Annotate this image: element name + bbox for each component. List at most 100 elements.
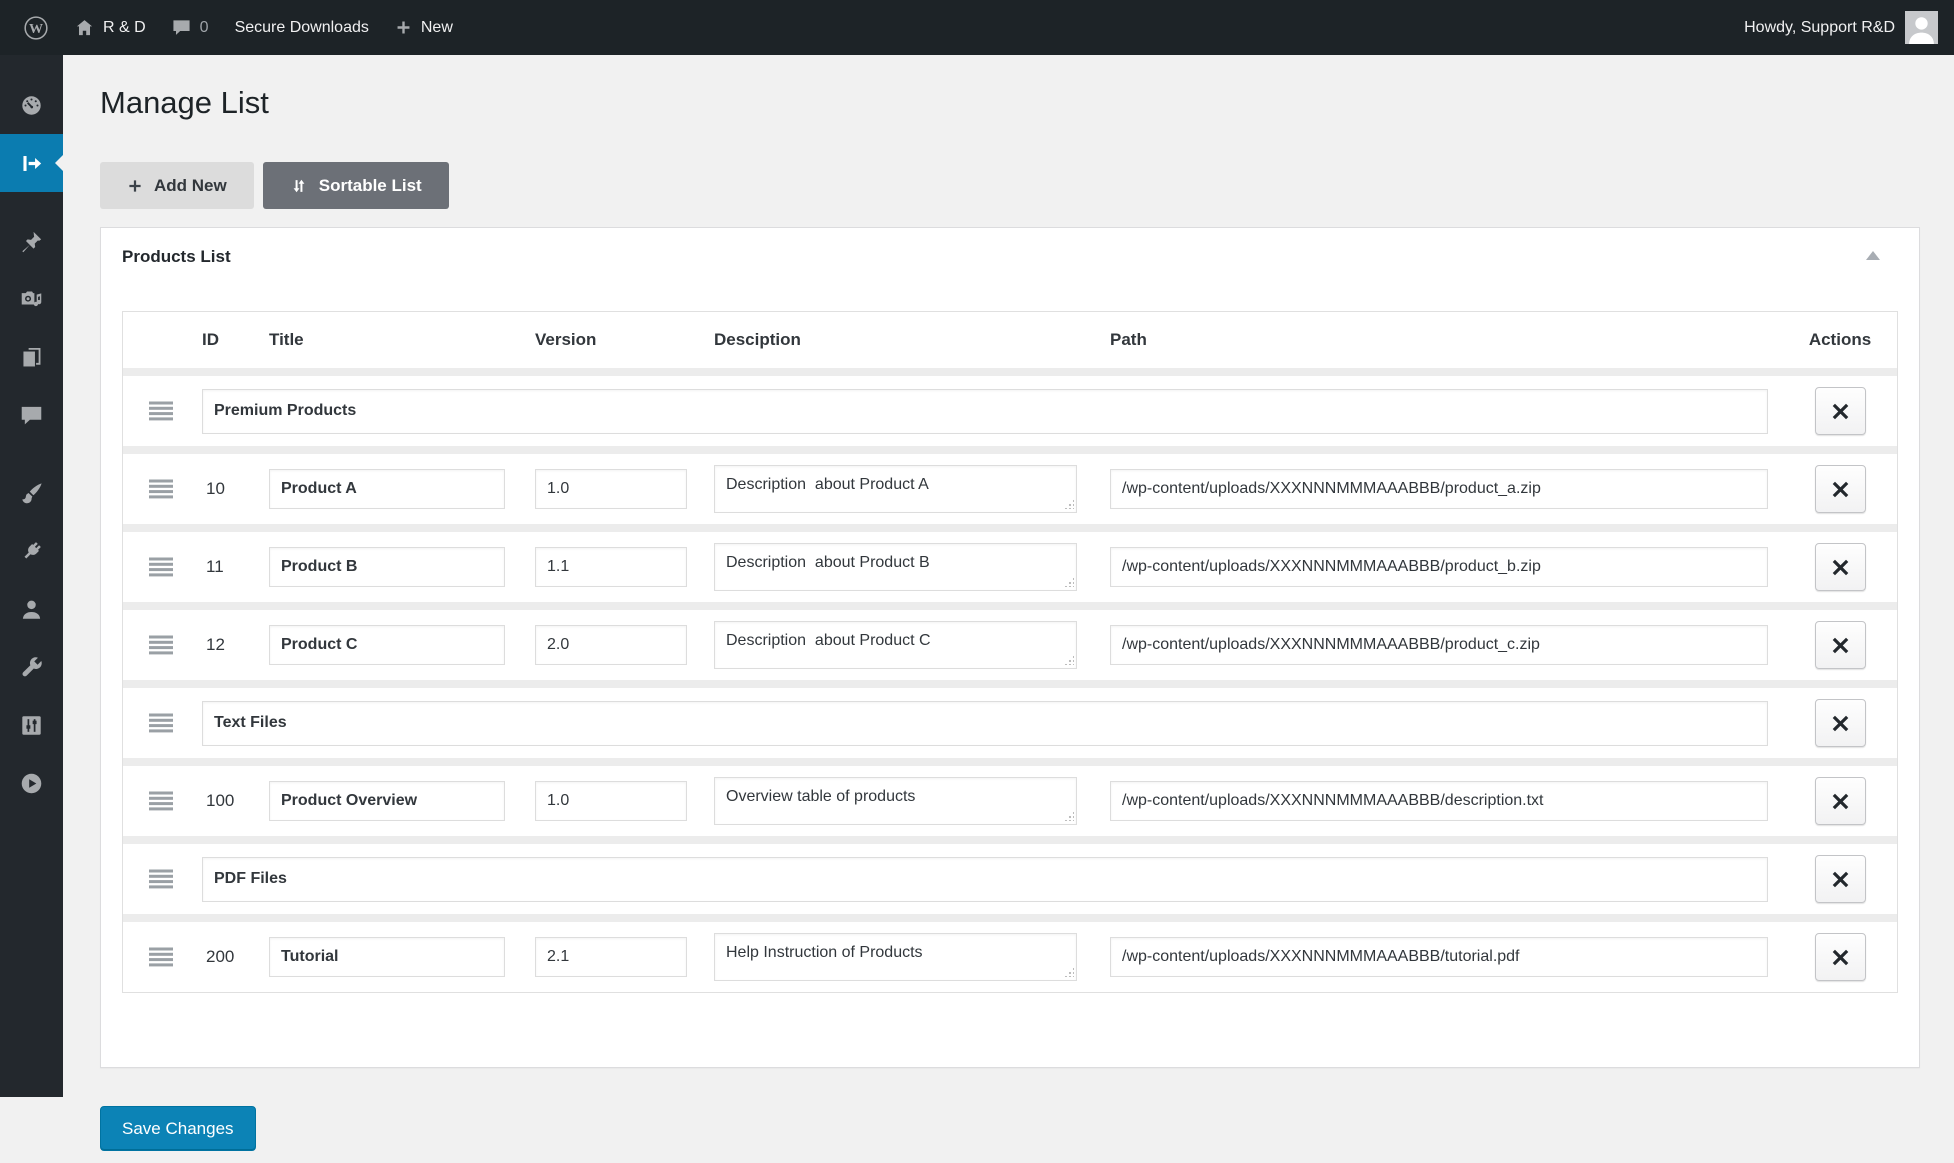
sidebar-item-media-camera[interactable]	[0, 270, 63, 328]
sidebar-item-secure-downloads-export[interactable]	[0, 134, 63, 192]
wordpress-menu-button[interactable]: W	[10, 0, 62, 55]
description-textarea[interactable]: Help Instruction of Products	[714, 933, 1077, 981]
comments-bubble-icon	[20, 404, 43, 427]
version-input[interactable]	[535, 469, 687, 509]
x-icon	[1831, 558, 1850, 577]
drag-handle-icon[interactable]	[148, 869, 174, 890]
sidebar-item-pin[interactable]	[0, 212, 63, 270]
wordpress-logo-icon: W	[23, 15, 49, 41]
panel-title: Products List	[122, 247, 231, 266]
delete-row-button[interactable]	[1814, 699, 1866, 747]
wordpress-admin-screen: W R & D 0 Secure Downloads New Howdy, Su…	[0, 0, 1954, 1163]
title-input[interactable]	[269, 547, 505, 587]
sidebar-item-paintbrush[interactable]	[0, 464, 63, 522]
category-name-input[interactable]	[202, 700, 1768, 746]
play-circle-icon	[20, 772, 43, 795]
description-textarea[interactable]: Overview table of products	[714, 777, 1077, 825]
product-row: 100 Overview table of products	[123, 766, 1897, 836]
account-menu[interactable]: Howdy, Support R&D	[1742, 11, 1940, 44]
drag-handle-icon[interactable]	[148, 557, 174, 578]
row-id: 11	[206, 557, 224, 576]
sidebar-item-play-circle[interactable]	[0, 754, 63, 812]
id-column-header: ID	[202, 330, 219, 349]
x-icon	[1831, 870, 1850, 889]
title-input[interactable]	[269, 937, 505, 977]
drag-handle-icon[interactable]	[148, 635, 174, 656]
delete-row-button[interactable]	[1814, 465, 1866, 513]
title-input[interactable]	[269, 625, 505, 665]
product-row: 12 Description about Product C	[123, 610, 1897, 680]
drag-handle-icon[interactable]	[148, 479, 174, 500]
title-column-header: Title	[269, 330, 304, 349]
delete-row-button[interactable]	[1814, 387, 1866, 435]
x-icon	[1831, 402, 1850, 421]
path-input[interactable]	[1110, 781, 1768, 821]
version-input[interactable]	[535, 547, 687, 587]
drag-handle-icon[interactable]	[148, 791, 174, 812]
delete-row-button[interactable]	[1814, 621, 1866, 669]
sidebar-item-comments-bubble[interactable]	[0, 386, 63, 444]
sidebar-item-dashboard-gauge[interactable]	[0, 76, 63, 134]
delete-row-button[interactable]	[1814, 855, 1866, 903]
pin-icon	[20, 230, 43, 253]
description-column-header: Desciption	[714, 330, 801, 349]
actions-column-header: Actions	[1808, 330, 1872, 349]
delete-row-button[interactable]	[1814, 933, 1866, 981]
new-content-button[interactable]: New	[382, 0, 466, 55]
description-textarea[interactable]: Description about Product A	[714, 465, 1077, 513]
secure-downloads-label: Secure Downloads	[234, 18, 369, 36]
comment-bubble-icon	[172, 18, 191, 37]
product-row: 200 Help Instruction of Products	[123, 922, 1897, 992]
version-input[interactable]	[535, 625, 687, 665]
table-header-row: ID Title Version Desciption Path Actions	[123, 312, 1897, 368]
page-title: Manage List	[100, 85, 269, 120]
row-id: 10	[206, 479, 225, 498]
sidebar-item-user[interactable]	[0, 580, 63, 638]
category-name-input[interactable]	[202, 388, 1768, 434]
toolbar: Add New Sortable List	[100, 162, 449, 209]
sidebar-item-plug[interactable]	[0, 522, 63, 580]
path-input[interactable]	[1110, 469, 1768, 509]
site-link[interactable]: R & D	[62, 0, 159, 55]
description-textarea[interactable]: Description about Product B	[714, 543, 1077, 591]
drag-handle-icon[interactable]	[148, 713, 174, 734]
secure-downloads-link[interactable]: Secure Downloads	[222, 0, 382, 55]
dashboard-gauge-icon	[20, 94, 43, 117]
path-input[interactable]	[1110, 547, 1768, 587]
drag-handle-icon[interactable]	[148, 947, 174, 968]
add-new-button[interactable]: Add New	[100, 162, 254, 209]
sidebar-item-settings-sliders[interactable]	[0, 696, 63, 754]
sidebar-item-wrench[interactable]	[0, 638, 63, 696]
description-textarea[interactable]: Description about Product C	[714, 621, 1077, 669]
comments-link[interactable]: 0	[159, 0, 222, 55]
wrench-icon	[20, 656, 43, 679]
site-name: R & D	[103, 18, 146, 36]
avatar	[1905, 11, 1938, 44]
plus-icon	[127, 178, 143, 194]
path-input[interactable]	[1110, 937, 1768, 977]
category-row	[123, 844, 1897, 914]
drag-handle-icon[interactable]	[148, 401, 174, 422]
title-input[interactable]	[269, 469, 505, 509]
sidebar-item-pages[interactable]	[0, 328, 63, 386]
row-id: 100	[206, 791, 235, 810]
x-icon	[1831, 480, 1850, 499]
delete-row-button[interactable]	[1814, 777, 1866, 825]
category-row	[123, 688, 1897, 758]
howdy-text: Howdy, Support R&D	[1744, 18, 1895, 36]
path-input[interactable]	[1110, 625, 1768, 665]
save-changes-button[interactable]: Save Changes	[100, 1106, 256, 1151]
comments-count: 0	[199, 18, 209, 36]
title-input[interactable]	[269, 781, 505, 821]
products-list-panel: Products List ID Title Version Desciptio…	[100, 227, 1920, 1068]
category-name-input[interactable]	[202, 856, 1768, 902]
version-input[interactable]	[535, 781, 687, 821]
delete-row-button[interactable]	[1814, 543, 1866, 591]
collapse-panel-icon[interactable]	[1866, 251, 1880, 260]
sortable-list-button[interactable]: Sortable List	[262, 162, 449, 209]
media-camera-icon	[20, 288, 43, 311]
version-input[interactable]	[535, 937, 687, 977]
x-icon	[1831, 948, 1850, 967]
user-icon	[20, 598, 43, 621]
x-icon	[1831, 636, 1850, 655]
